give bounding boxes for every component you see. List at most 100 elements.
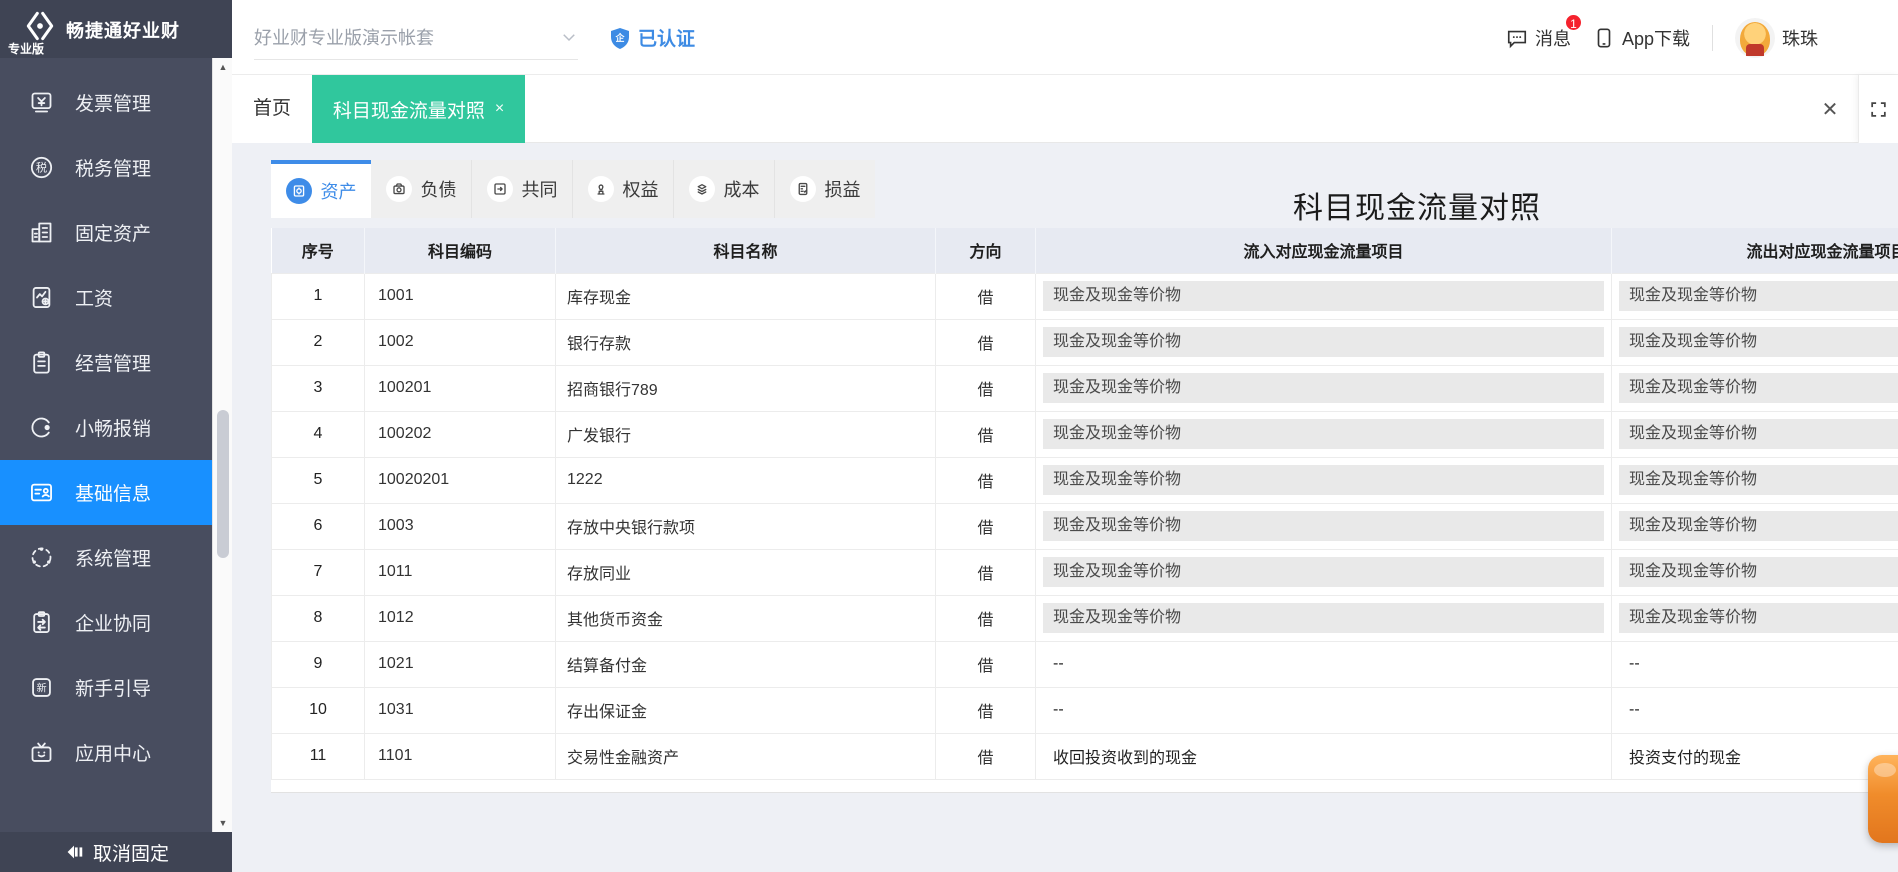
cell-index: 5	[271, 456, 365, 504]
verified-badge[interactable]: 企 已认证	[608, 24, 695, 51]
cell-account-name: 存放中央银行款项	[555, 502, 936, 550]
inflow-field[interactable]: 现金及现金等价物	[1043, 327, 1604, 357]
outflow-field[interactable]: 现金及现金等价物	[1619, 465, 1898, 495]
close-tab-icon[interactable]: ×	[495, 100, 504, 118]
table-row[interactable]: 10 1031 存出保证金借 -- --	[271, 686, 1898, 734]
cell-account-code: 10020201	[364, 456, 556, 504]
sidebar-scrollbar[interactable]: ▲ ▼	[212, 58, 232, 832]
close-all-icon[interactable]: ✕	[1810, 75, 1850, 143]
inflow-field[interactable]: 现金及现金等价物	[1043, 557, 1604, 587]
table-row[interactable]: 4 100202 广发银行借现金及现金等价物 现金及现金等价物	[271, 410, 1898, 458]
inflow-value: 收回投资收到的现金	[1053, 750, 1198, 767]
app-center-icon	[31, 742, 52, 762]
outflow-field[interactable]: 现金及现金等价物	[1619, 603, 1898, 633]
table-row[interactable]: 9 1021 结算备付金借 -- --	[271, 640, 1898, 688]
sidebar-item-operations[interactable]: 经营管理	[0, 330, 212, 395]
inflow-field[interactable]: 现金及现金等价物	[1043, 603, 1604, 633]
column-header-0: 序号	[271, 228, 365, 273]
category-tab-cost[interactable]: 成本	[674, 160, 775, 218]
fullscreen-button[interactable]	[1858, 75, 1898, 143]
messages-button[interactable]: 消息 1	[1506, 12, 1583, 51]
category-tabs: 资产 负债 共同 权益 成本 损益	[271, 160, 875, 218]
column-header-4: 流入对应现金流量项目	[1035, 228, 1612, 273]
tab-active-label: 科目现金流量对照	[332, 100, 485, 122]
outflow-value: --	[1629, 701, 1640, 718]
cell-account-name: 存放同业	[555, 548, 936, 596]
cell-index: 4	[271, 410, 365, 458]
cell-account-name: 招商银行789	[555, 364, 936, 412]
shield-icon: 企	[611, 27, 629, 49]
table-row[interactable]: 8 1012 其他货币资金借现金及现金等价物 现金及现金等价物	[271, 594, 1898, 642]
outflow-field[interactable]: 现金及现金等价物	[1619, 373, 1898, 403]
category-tab-equity[interactable]: 权益	[573, 160, 674, 218]
category-tab-asset[interactable]: 资产	[271, 160, 371, 218]
category-tab-profit-loss[interactable]: 损益	[775, 160, 875, 218]
inflow-field[interactable]: 现金及现金等价物	[1043, 511, 1604, 541]
phone-icon	[1597, 27, 1611, 48]
sidebar-item-label: 小畅报销	[75, 419, 152, 440]
document-tabstrip: 首页 科目现金流量对照 × ✕	[232, 75, 1898, 143]
outflow-field[interactable]: 现金及现金等价物	[1619, 419, 1898, 449]
sidebar-item-guide[interactable]: 新 新手引导	[0, 655, 212, 720]
inflow-field[interactable]: 现金及现金等价物	[1043, 419, 1604, 449]
scrollbar-thumb[interactable]	[217, 410, 229, 558]
unpin-sidebar-button[interactable]: 取消固定	[0, 832, 232, 872]
sidebar-item-tax[interactable]: 税 税务管理	[0, 135, 212, 200]
table-footer-strip	[271, 780, 1898, 793]
topbar: 好业财专业版演示帐套 企 已认证 消息 1 App下载 珠珠	[232, 0, 1898, 75]
inflow-field[interactable]: 现金及现金等价物	[1043, 465, 1604, 495]
table-row[interactable]: 3 100201 招商银行789 借现金及现金等价物 现金及现金等价物	[271, 364, 1898, 412]
table-row[interactable]: 1 1001 库存现金借现金及现金等价物 现金及现金等价物	[271, 272, 1898, 320]
sidebar-item-collaboration[interactable]: 企业协同	[0, 590, 212, 655]
cell-index: 2	[271, 318, 365, 366]
profit-loss-icon-circle	[789, 176, 816, 202]
scroll-up-icon[interactable]: ▲	[213, 58, 233, 76]
category-tab-liability[interactable]: 负债	[371, 160, 472, 218]
outflow-field[interactable]: 现金及现金等价物	[1619, 557, 1898, 587]
cell-account-code: 1012	[364, 594, 556, 642]
table-row[interactable]: 7 1011 存放同业借现金及现金等价物 现金及现金等价物	[271, 548, 1898, 596]
user-name: 珠珠	[1782, 28, 1818, 49]
inflow-field[interactable]: 现金及现金等价物	[1043, 281, 1604, 311]
outflow-field[interactable]: 现金及现金等价物	[1619, 327, 1898, 357]
category-tab-common[interactable]: 共同	[472, 160, 573, 218]
common-icon	[493, 183, 506, 195]
page-title: 科目现金流量对照	[1293, 192, 1541, 225]
sidebar-item-system[interactable]: 系统管理	[0, 525, 212, 590]
sidebar-item-label: 企业协同	[75, 614, 152, 635]
liability-icon-circle	[385, 176, 412, 202]
cell-index: 9	[271, 640, 365, 688]
sidebar-item-app-center[interactable]: 应用中心	[0, 720, 212, 785]
table-row[interactable]: 2 1002 银行存款借现金及现金等价物 现金及现金等价物	[271, 318, 1898, 366]
tab-home[interactable]: 首页	[232, 75, 312, 143]
outflow-field[interactable]: 现金及现金等价物	[1619, 511, 1898, 541]
table-header-row: 序号 科目编码 科目名称 方向 流入对应现金流量项目 流出对应现金流量项目	[271, 228, 1898, 273]
sidebar-item-basic-info[interactable]: 基础信息	[0, 460, 212, 525]
scroll-down-icon[interactable]: ▼	[213, 814, 233, 832]
cost-icon-circle	[688, 176, 715, 202]
outflow-field[interactable]: 现金及现金等价物	[1619, 281, 1898, 311]
cell-index: 1	[271, 272, 365, 320]
cell-direction: 借	[935, 686, 1036, 734]
table-row[interactable]: 11 1101 交易性金融资产借收回投资收到的现金 投资支付的现金	[271, 732, 1898, 780]
assistant-widget[interactable]	[1868, 755, 1898, 843]
sidebar-item-reimburse[interactable]: 小畅报销	[0, 395, 212, 460]
inflow-field[interactable]: 现金及现金等价物	[1043, 373, 1604, 403]
sidebar-item-label: 系统管理	[75, 549, 152, 570]
app-download-button[interactable]: App下载	[1593, 25, 1690, 51]
profit-loss-icon	[798, 182, 807, 196]
column-header-2: 科目名称	[555, 228, 936, 273]
table-row[interactable]: 6 1003 存放中央银行款项借现金及现金等价物 现金及现金等价物	[271, 502, 1898, 550]
topbar-right: 消息 1 App下载 珠珠	[1506, 0, 1818, 75]
sidebar-item-salary[interactable]: 工资	[0, 265, 212, 330]
messages-badge: 1	[1563, 12, 1583, 32]
account-set-select[interactable]: 好业财专业版演示帐套	[254, 14, 578, 60]
user-menu[interactable]: 珠珠	[1735, 17, 1818, 58]
table-row[interactable]: 5 10020201 1222 借现金及现金等价物 现金及现金等价物	[271, 456, 1898, 504]
message-bubble-icon	[1507, 30, 1527, 48]
sidebar-item-fixed-assets[interactable]: 固定资产	[0, 200, 212, 265]
cell-account-name: 1222	[555, 456, 936, 504]
tab-active-document[interactable]: 科目现金流量对照 ×	[312, 75, 525, 143]
cell-index: 6	[271, 502, 365, 550]
sidebar-item-invoice[interactable]: 发票管理	[0, 70, 212, 135]
